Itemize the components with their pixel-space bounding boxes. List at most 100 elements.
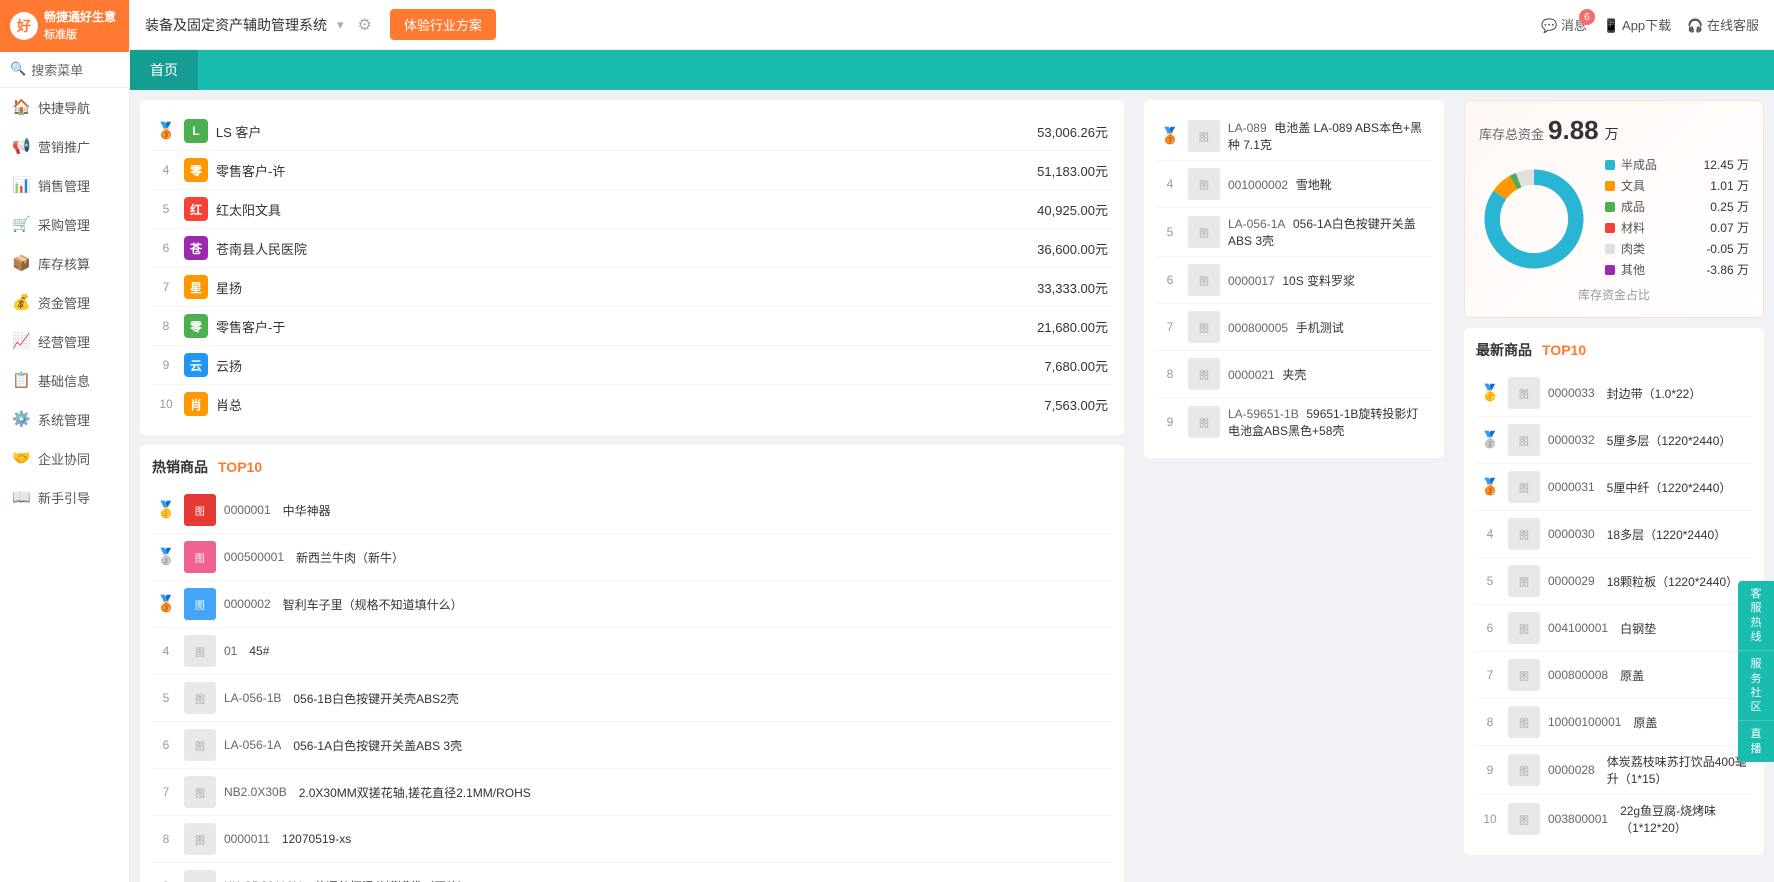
legend-item: 文具 1.01 万 [1605, 177, 1749, 194]
rank-num: 4 [1160, 177, 1180, 191]
rank-medal: 🥉 [156, 594, 176, 614]
search-label: 搜索菜单 [31, 60, 83, 79]
sidebar-search[interactable]: 🔍 搜索菜单 [0, 52, 129, 88]
rank-num: 8 [156, 319, 176, 333]
middle-products-card: 🥉 图 LA-089 电池盖 LA-089 ABS本色+黑种 7.1克 4 图 … [1144, 100, 1444, 458]
product-code: 0000033 [1548, 386, 1595, 400]
rank-num: 9 [156, 358, 176, 372]
customer-amount: 7,563.00元 [1044, 395, 1108, 414]
sidebar-item-inventory[interactable]: 📦 库存核算 [0, 244, 129, 283]
legend-dot [1605, 244, 1615, 254]
breadcrumb-home[interactable]: 首页 [130, 50, 198, 90]
product-image: 图 [1508, 803, 1540, 835]
app-download[interactable]: 📱 App下载 [1603, 15, 1671, 34]
float-btn-customer-service[interactable]: 客服 热线 [1738, 581, 1774, 651]
product-code: NB2.0X30B [224, 785, 287, 799]
newest-title: 最新商品 TOP10 [1476, 340, 1752, 360]
product-image: 图 [184, 776, 216, 808]
hot-product-item: 🥈 图 000500001 新西兰牛肉（新牛） [152, 534, 1112, 581]
product-code: 0000032 [1548, 433, 1595, 447]
nav-label-quick-nav: 快捷导航 [38, 98, 90, 117]
sidebar-item-system[interactable]: ⚙️系统管理 [0, 400, 129, 439]
hot-product-item: 🥉 图 0000002 智利车子里（规格不知道填什么） [152, 581, 1112, 628]
inventory-label: 库存资金占比 [1479, 286, 1749, 303]
float-btn-service-community[interactable]: 服务 社区 [1738, 651, 1774, 721]
sidebar-item-quick-nav[interactable]: 🏠快捷导航 [0, 88, 129, 127]
rank-medal: 🥉 [156, 121, 176, 141]
product-name: 体炭荔枝味苏打饮品400毫升（1*15） [1607, 753, 1748, 787]
customer-avatar: 星 [184, 275, 208, 299]
rank-num: 8 [156, 832, 176, 846]
rank-medal: 🥉 [1160, 126, 1180, 146]
online-service[interactable]: 🎧 在线客服 [1687, 15, 1759, 34]
float-buttons: 客服 热线服务 社区直播 [1738, 581, 1774, 762]
breadcrumb-bar: 首页 [130, 50, 1774, 90]
nav-label-basic: 基础信息 [38, 371, 90, 390]
middle-product-item: 9 图 LA-59651-1B 59651-1B旋转投影灯电池盒ABS黑色+58… [1156, 398, 1432, 446]
rank-medal: 🥈 [156, 547, 176, 567]
legend-dot [1605, 265, 1615, 275]
product-name: 白钢垫 [1620, 620, 1656, 637]
nav-label-guide: 新手引导 [38, 488, 90, 507]
legend-dot [1605, 202, 1615, 212]
customer-name: 零售客户-许 [216, 161, 1029, 180]
nav-label-inventory: 库存核算 [38, 254, 90, 273]
sidebar-item-sales[interactable]: 📊销售管理 [0, 166, 129, 205]
sidebar-item-guide[interactable]: 📖新手引导 [0, 478, 129, 517]
product-code: 0000030 [1548, 527, 1595, 541]
nav-icon-inventory: 📦 [12, 254, 30, 272]
hot-products-list: 🥇 图 0000001 中华神器 🥈 图 000500001 新西兰牛肉（新牛）… [152, 487, 1112, 882]
sidebar-item-finance[interactable]: 💰资金管理 [0, 283, 129, 322]
sidebar-item-marketing[interactable]: 📢营销推广 [0, 127, 129, 166]
legend-item: 肉类 -0.05 万 [1605, 240, 1749, 257]
rank-num: 6 [1480, 621, 1500, 635]
message-icon: 💬 [1541, 18, 1557, 33]
customer-list-item: 6 苍 苍南县人民医院 36,600.00元 [152, 229, 1112, 268]
customer-name: LS 客户 [216, 122, 1029, 141]
customer-amount: 53,006.26元 [1037, 122, 1108, 141]
product-name: 封边带（1.0*22） [1607, 385, 1702, 402]
product-name: 2.0X30MM双搓花轴,搓花直径2.1MM/ROHS [299, 784, 531, 801]
customer-avatar: 肖 [184, 392, 208, 416]
customer-list-item: 🥉 L LS 客户 53,006.26元 [152, 112, 1112, 151]
left-panel: 🥉 L LS 客户 53,006.26元 4 零 零售客户-许 51,183.0… [130, 90, 1134, 882]
product-image: 图 [184, 494, 216, 526]
float-btn-direct[interactable]: 直播 [1738, 721, 1774, 762]
dropdown-icon[interactable]: ▾ [337, 17, 344, 33]
customer-avatar: 苍 [184, 236, 208, 260]
customer-name: 零售客户-于 [216, 317, 1029, 336]
rank-num: 5 [156, 202, 176, 216]
product-image: 图 [1188, 406, 1220, 438]
donut-chart [1479, 164, 1589, 274]
trial-button[interactable]: 体验行业方案 [390, 9, 496, 40]
legend-dot [1605, 160, 1615, 170]
customer-amount: 40,925.00元 [1037, 200, 1108, 219]
sidebar-item-collab[interactable]: 🤝企业协同 [0, 439, 129, 478]
middle-product-item: 7 图 000800005 手机测试 [1156, 304, 1432, 351]
customer-list-item: 10 肖 肖总 7,563.00元 [152, 385, 1112, 423]
rank-num: 7 [156, 280, 176, 294]
middle-product-item: 5 图 LA-056-1A 056-1A白色按键开关盖ABS 3壳 [1156, 208, 1432, 257]
settings-icon[interactable]: ⚙ [358, 15, 372, 35]
sidebar-item-basic[interactable]: 📋基础信息 [0, 361, 129, 400]
newest-product-item: 🥉 图 0000031 5厘中纤（1220*2440） [1476, 464, 1752, 511]
product-code: 003800001 [1548, 812, 1608, 826]
customer-list-item: 4 零 零售客户-许 51,183.00元 [152, 151, 1112, 190]
product-image: 图 [184, 635, 216, 667]
nav-label-marketing: 营销推广 [38, 137, 90, 156]
hot-product-item: 4 图 01 45# [152, 628, 1112, 675]
message-badge-wrap[interactable]: 💬 6 消息 [1541, 15, 1587, 34]
hot-product-item: 8 图 0000011 12070519-xs [152, 816, 1112, 863]
product-image: 图 [1188, 168, 1220, 200]
customer-avatar: 零 [184, 314, 208, 338]
rank-medal: 🥇 [1480, 383, 1500, 403]
product-code: LA-056-1B [224, 691, 281, 705]
sidebar-item-purchase[interactable]: 🛒采购管理 [0, 205, 129, 244]
legend-item: 半成品 12.45 万 [1605, 156, 1749, 173]
sidebar-item-operations[interactable]: 📈经营管理 [0, 322, 129, 361]
system-title: 装备及固定资产辅助管理系统 [145, 15, 327, 35]
middle-product-item: 6 图 0000017 10S 变料罗浆 [1156, 257, 1432, 304]
legend-item: 其他 -3.86 万 [1605, 261, 1749, 278]
legend-dot [1605, 223, 1615, 233]
product-image: 图 [1188, 216, 1220, 248]
